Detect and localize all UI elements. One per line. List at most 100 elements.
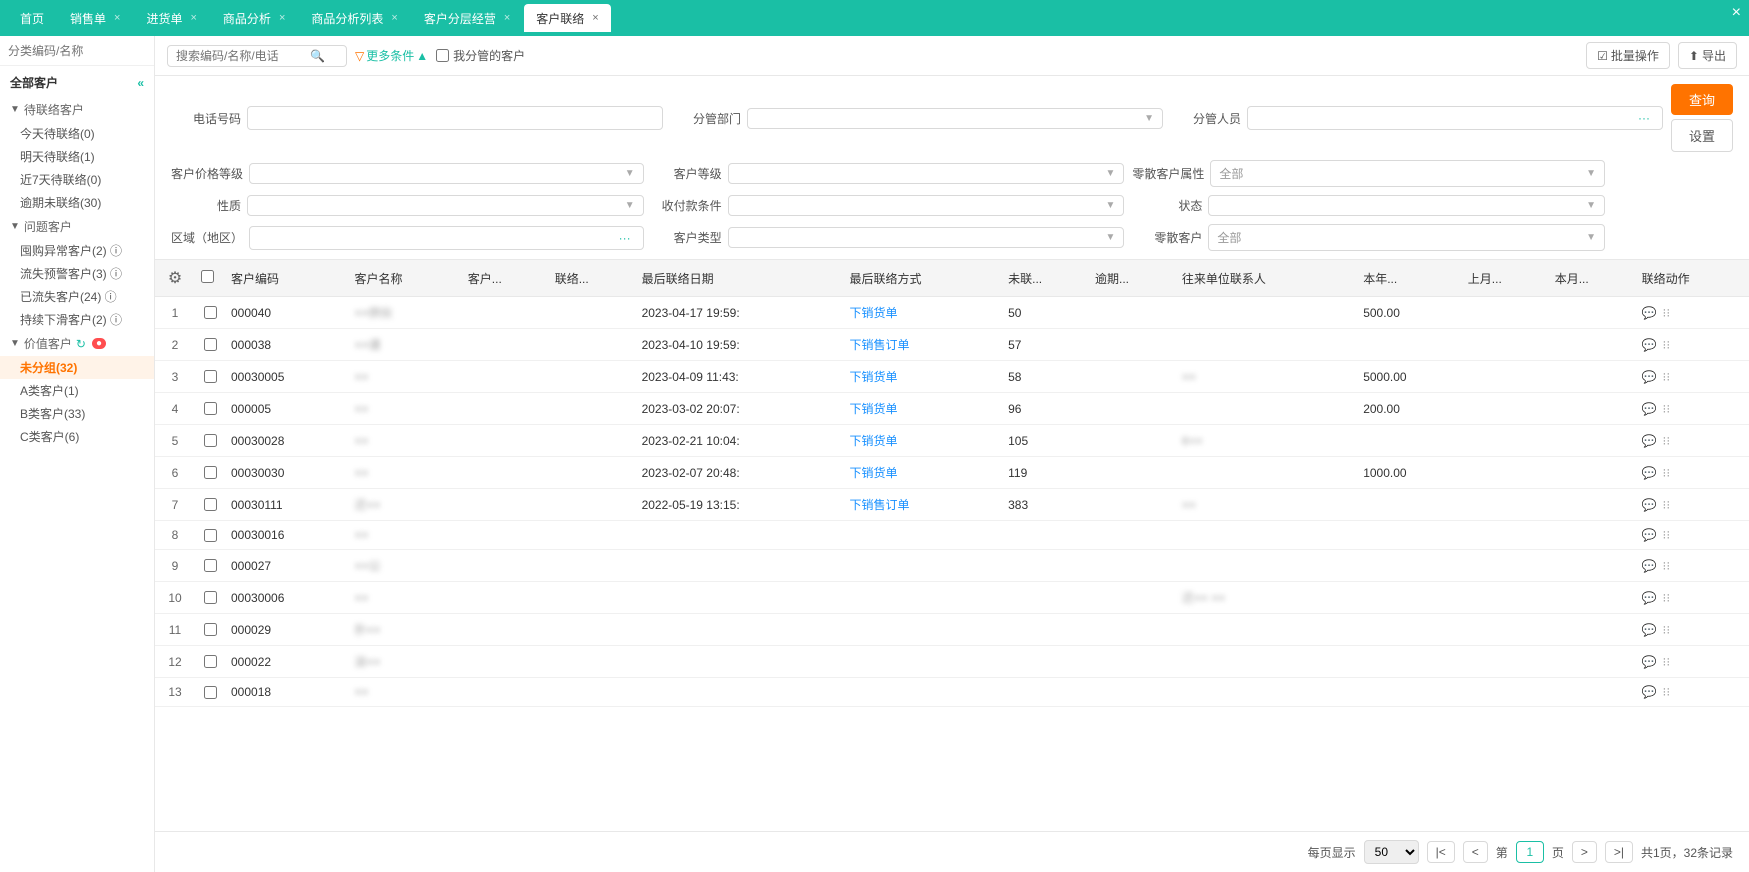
refresh-icon[interactable]: ↻	[76, 337, 86, 351]
message-icon[interactable]: 💬	[1642, 498, 1657, 512]
sidebar-item-a-class[interactable]: A类客户(1)	[0, 379, 154, 402]
tab-purchase[interactable]: 进货单 ×	[134, 4, 208, 32]
batch-ops-button[interactable]: ☑ 批量操作	[1586, 42, 1670, 69]
next-page-btn[interactable]: >	[1572, 841, 1597, 863]
message-icon[interactable]: 💬	[1642, 685, 1657, 699]
prev-page-btn[interactable]: <	[1463, 841, 1488, 863]
close-product-list-tab[interactable]: ×	[391, 12, 397, 24]
tab-home[interactable]: 首页	[8, 4, 56, 32]
message-icon[interactable]: 💬	[1642, 528, 1657, 542]
last-method-link[interactable]: 下销货单	[849, 306, 897, 320]
message-icon[interactable]: 💬	[1642, 338, 1657, 352]
row-checkbox[interactable]	[204, 529, 217, 542]
export-button[interactable]: ⬆ 导出	[1678, 42, 1737, 69]
grid-icon[interactable]: ⁝⁝	[1663, 338, 1671, 352]
sidebar-item-7days[interactable]: 近7天待联络(0)	[0, 168, 154, 191]
phone-input[interactable]	[247, 106, 663, 130]
collapse-icon[interactable]: «	[137, 76, 144, 90]
main-search-input[interactable]	[176, 49, 306, 63]
last-page-btn[interactable]: >|	[1605, 841, 1633, 863]
row-checkbox[interactable]	[204, 623, 217, 636]
first-page-btn[interactable]: |<	[1427, 841, 1455, 863]
region-more-icon[interactable]: ···	[615, 231, 635, 245]
grid-icon[interactable]: ⁝⁝	[1663, 402, 1671, 416]
retail-customer-select[interactable]: 全部 ▼	[1208, 224, 1605, 251]
row-checkbox[interactable]	[204, 434, 217, 447]
row-checkbox[interactable]	[204, 338, 217, 351]
row-checkbox[interactable]	[204, 559, 217, 572]
customer-type-select[interactable]: ▼	[728, 227, 1125, 248]
value-customers-group[interactable]: ▼ 价值客户 ↻ ●	[0, 331, 154, 356]
tab-sales[interactable]: 销售单 ×	[58, 4, 132, 32]
tab-customer-contact[interactable]: 客户联络 ×	[524, 4, 610, 32]
sidebar-item-ungroups[interactable]: 未分组(32)	[0, 356, 154, 379]
message-icon[interactable]: 💬	[1642, 559, 1657, 573]
close-customer-segment-tab[interactable]: ×	[504, 12, 510, 24]
sidebar-item-today[interactable]: 今天待联络(0)	[0, 122, 154, 145]
last-method-link[interactable]: 下销售订单	[849, 498, 909, 512]
sidebar-item-b-class[interactable]: B类客户(33)	[0, 402, 154, 425]
grid-icon[interactable]: ⁝⁝	[1663, 591, 1671, 605]
row-checkbox[interactable]	[204, 655, 217, 668]
grid-icon[interactable]: ⁝⁝	[1663, 685, 1671, 699]
tab-product-analysis[interactable]: 商品分析 ×	[211, 4, 297, 32]
row-checkbox[interactable]	[204, 686, 217, 699]
message-icon[interactable]: 💬	[1642, 402, 1657, 416]
last-method-link[interactable]: 下销售订单	[849, 338, 909, 352]
close-sales-tab[interactable]: ×	[114, 12, 120, 24]
problem-customers-group[interactable]: ▼ 问题客户	[0, 214, 154, 239]
close-purchase-tab[interactable]: ×	[190, 12, 196, 24]
sidebar-item-c-class[interactable]: C类客户(6)	[0, 425, 154, 448]
manager-more-icon[interactable]: ···	[1634, 111, 1654, 125]
message-icon[interactable]: 💬	[1642, 466, 1657, 480]
sidebar-item-tomorrow[interactable]: 明天待联络(1)	[0, 145, 154, 168]
sidebar-item-abnormal[interactable]: 囤购异常客户(2) ⓘ	[0, 239, 154, 262]
grid-icon[interactable]: ⁝⁝	[1663, 559, 1671, 573]
grid-icon[interactable]: ⁝⁝	[1663, 306, 1671, 320]
grid-icon[interactable]: ⁝⁝	[1663, 623, 1671, 637]
message-icon[interactable]: 💬	[1642, 623, 1657, 637]
last-method-link[interactable]: 下销货单	[849, 466, 897, 480]
grid-icon[interactable]: ⁝⁝	[1663, 655, 1671, 669]
my-customers-input[interactable]	[436, 49, 449, 62]
sidebar-item-churned[interactable]: 已流失客户(24) ⓘ	[0, 285, 154, 308]
row-checkbox[interactable]	[204, 466, 217, 479]
sidebar-item-declining[interactable]: 持续下滑客户(2) ⓘ	[0, 308, 154, 331]
close-product-analysis-tab[interactable]: ×	[279, 12, 285, 24]
per-page-select[interactable]: 50 20 100	[1364, 840, 1419, 864]
row-checkbox[interactable]	[204, 306, 217, 319]
customer-grade-select[interactable]: ▼	[728, 163, 1125, 184]
message-icon[interactable]: 💬	[1642, 591, 1657, 605]
message-icon[interactable]: 💬	[1642, 434, 1657, 448]
message-icon[interactable]: 💬	[1642, 306, 1657, 320]
window-close-button[interactable]: ×	[1732, 4, 1741, 22]
message-icon[interactable]: 💬	[1642, 655, 1657, 669]
select-all-checkbox[interactable]	[201, 270, 214, 283]
last-method-link[interactable]: 下销货单	[849, 402, 897, 416]
last-method-link[interactable]: 下销货单	[849, 434, 897, 448]
grid-icon[interactable]: ⁝⁝	[1663, 434, 1671, 448]
query-button[interactable]: 查询	[1671, 84, 1733, 115]
status-select[interactable]: ▼	[1208, 195, 1605, 216]
all-customers-title[interactable]: 全部客户 «	[0, 66, 154, 97]
sidebar-item-churn-warning[interactable]: 流失预警客户(3) ⓘ	[0, 262, 154, 285]
row-checkbox[interactable]	[204, 370, 217, 383]
my-customers-checkbox[interactable]: 我分管的客户	[436, 47, 525, 64]
region-select[interactable]: ···	[249, 226, 644, 250]
grid-icon[interactable]: ⁝⁝	[1663, 528, 1671, 542]
tab-product-list[interactable]: 商品分析列表 ×	[299, 4, 409, 32]
dept-select[interactable]: ▼	[747, 108, 1163, 129]
nature-select[interactable]: ▼	[247, 195, 644, 216]
row-checkbox[interactable]	[204, 498, 217, 511]
sidebar-item-overdue[interactable]: 逾期未联络(30)	[0, 191, 154, 214]
message-icon[interactable]: 💬	[1642, 370, 1657, 384]
manager-select[interactable]: ···	[1247, 106, 1663, 130]
last-method-link[interactable]: 下销货单	[849, 370, 897, 384]
row-checkbox[interactable]	[204, 591, 217, 604]
main-search-icon[interactable]: 🔍	[310, 49, 325, 63]
tab-customer-segment[interactable]: 客户分层经营 ×	[412, 4, 522, 32]
grid-icon[interactable]: ⁝⁝	[1663, 498, 1671, 512]
more-conditions-btn[interactable]: ▽ 更多条件 ▲	[355, 47, 428, 64]
payment-select[interactable]: ▼	[728, 195, 1125, 216]
grid-icon[interactable]: ⁝⁝	[1663, 466, 1671, 480]
